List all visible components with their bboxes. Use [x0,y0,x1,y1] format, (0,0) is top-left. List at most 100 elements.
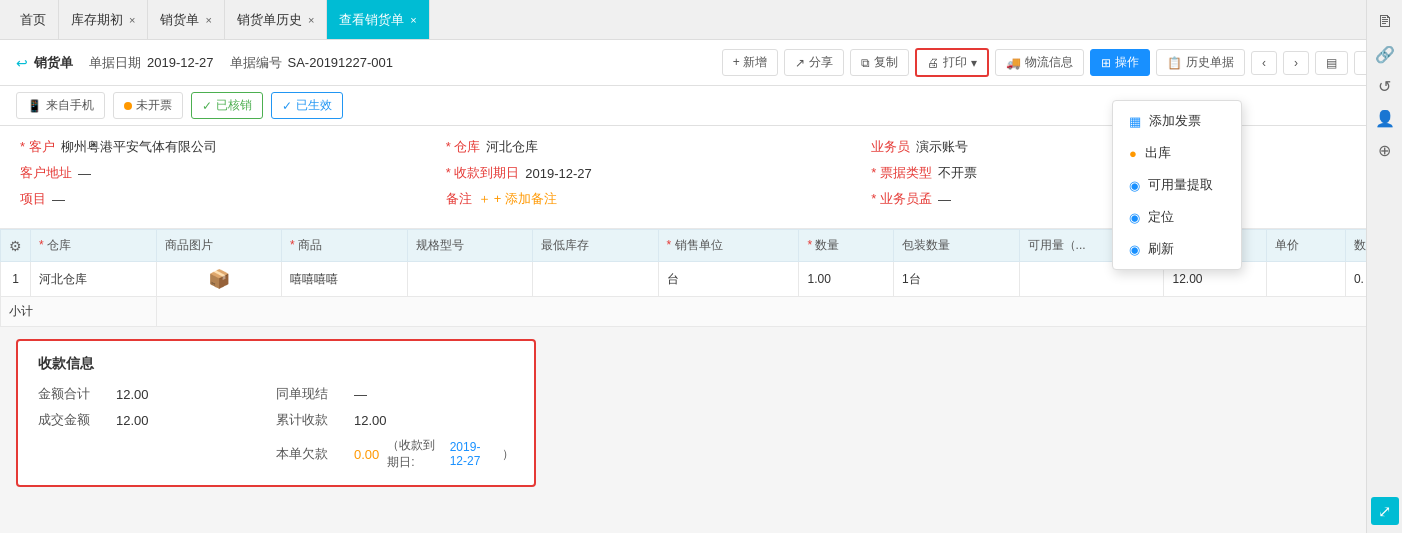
doc-type-icon: ↩ [16,55,28,71]
side-back-icon: ↺ [1378,77,1391,96]
row-unit: 台 [658,262,799,297]
doc-number-item: 单据编号 SA-20191227-001 [230,54,394,72]
side-doc-icon: 🖹 [1377,13,1393,31]
tab-sales-history[interactable]: 销货单历史 × [225,0,327,39]
done-effect-button[interactable]: ✓ 已生效 [271,92,343,119]
note-add-button[interactable]: ＋ + 添加备注 [478,190,557,208]
tab-inventory-init[interactable]: 库存期初 × [59,0,148,39]
logistics-button[interactable]: 🚚 物流信息 [995,49,1084,76]
side-user-button[interactable]: 👤 [1371,104,1399,132]
doc-type-label: 销货单 [34,54,73,72]
payment-total-value: 12.00 [116,387,149,402]
subtotal-label: 小计 [1,297,157,327]
side-panel: 🖹 🔗 ↺ 👤 ⊕ ⤢ [1366,0,1402,533]
side-link-icon: 🔗 [1375,45,1395,64]
project-value: — [52,192,65,207]
new-button[interactable]: + 新增 [722,49,778,76]
side-expand-icon: ⤢ [1378,502,1391,521]
tab-home[interactable]: 首页 [8,0,59,39]
row-num: 1 [1,262,31,297]
tab-inventory-close[interactable]: × [129,14,135,26]
print-button[interactable]: 🖨 打印 ▾ [917,50,987,75]
operation-dropdown: ▦ 添加发票 ● 出库 ◉ 可用量提取 ◉ 定位 ◉ 刷新 [1112,100,1242,270]
payment-same-settle-value: — [354,387,367,402]
dropdown-available[interactable]: ◉ 可用量提取 [1113,169,1241,201]
row-min-stock [533,262,659,297]
due-date-field: 收款到期日 2019-12-27 [446,164,872,182]
address-label: 客户地址 [20,164,72,182]
main-container: 首页 库存期初 × 销货单 × 销货单历史 × 查看销货单 × × ↩ 销货单 … [0,0,1402,533]
dropdown-add-invoice[interactable]: ▦ 添加发票 [1113,105,1241,137]
dropdown-locate[interactable]: ◉ 定位 [1113,201,1241,233]
tab-check-sales-label: 查看销货单 [339,11,404,29]
payment-total: 金额合计 12.00 [38,385,276,403]
toolbar: + 新增 ↗ 分享 ⧉ 复制 🖨 打印 ▾ 🚚 物流信息 ⊞ [722,48,1386,77]
warehouse-label: 仓库 [446,138,481,156]
col-price: 单价 [1266,230,1345,262]
side-doc-button[interactable]: 🖹 [1371,8,1399,36]
salesman-value: 演示账号 [916,138,968,156]
tab-sales-order-label: 销货单 [160,11,199,29]
history-button[interactable]: 📋 历史单据 [1156,49,1245,76]
customer-value: 柳州粤港平安气体有限公司 [61,138,217,156]
from-phone-button[interactable]: 📱 来自手机 [16,92,105,119]
not-open-button[interactable]: 未开票 [113,92,183,119]
ticket-label: 票据类型 [871,164,932,182]
tab-home-label: 首页 [20,11,46,29]
tab-sales-history-close[interactable]: × [308,14,314,26]
doc-title: ↩ 销货单 [16,54,73,72]
operation-icon: ⊞ [1101,56,1111,70]
row-product: 嘻嘻嘻嘻 [282,262,408,297]
prev-button[interactable]: ‹ [1251,51,1277,75]
side-add-button[interactable]: ⊕ [1371,136,1399,164]
warehouse-value: 河北仓库 [486,138,538,156]
side-link-button[interactable]: 🔗 [1371,40,1399,68]
grid-single-button[interactable]: ▤ [1315,51,1348,75]
col-product: * 商品 [282,230,408,262]
side-back-button[interactable]: ↺ [1371,72,1399,100]
tab-bar: 首页 库存期初 × 销货单 × 销货单历史 × 查看销货单 × × [0,0,1402,40]
dropdown-outbound[interactable]: ● 出库 [1113,137,1241,169]
gear-icon[interactable]: ⚙ [9,238,22,254]
payment-due-date: 2019-12-27 [450,440,494,468]
copy-button[interactable]: ⧉ 复制 [850,49,909,76]
salesman-label: 业务员 [871,138,910,156]
add-invoice-label: 添加发票 [1149,112,1201,130]
dropdown-refresh[interactable]: ◉ 刷新 [1113,233,1241,265]
payment-same-settle-label: 同单现结 [276,385,346,403]
print-icon: 🖨 [927,56,939,70]
doc-header: ↩ 销货单 单据日期 2019-12-27 单据编号 SA-20191227-0… [0,40,1402,86]
row-warehouse: 河北仓库 [31,262,157,297]
side-expand-button[interactable]: ⤢ [1371,497,1399,525]
col-min-stock: 最低库存 [533,230,659,262]
col-image: 商品图片 [156,230,282,262]
done-cancel-button[interactable]: ✓ 已核销 [191,92,263,119]
payment-cumulative-label: 累计收款 [276,411,346,429]
tab-sales-order[interactable]: 销货单 × [148,0,224,39]
next-button[interactable]: › [1283,51,1309,75]
payment-deal: 成交金额 12.00 [38,411,276,429]
done-effect-icon: ✓ [282,99,292,113]
subtotal-row: 小计 [1,297,1402,327]
row-qty: 1.00 [799,262,894,297]
operation-button[interactable]: ⊞ 操作 [1090,49,1150,76]
row-price [1266,262,1345,297]
tab-sales-order-close[interactable]: × [205,14,211,26]
due-date-value: 2019-12-27 [525,166,592,181]
tab-check-sales-close[interactable]: × [410,14,416,26]
doc-date-label: 单据日期 [89,54,141,72]
share-button[interactable]: ↗ 分享 [784,49,844,76]
tab-check-sales[interactable]: 查看销货单 × [327,0,429,39]
tab-inventory-label: 库存期初 [71,11,123,29]
subtotal-values [156,297,1402,327]
payment-deal-label: 成交金额 [38,411,108,429]
address-value: — [78,166,91,181]
business-value: — [938,192,951,207]
available-icon: ◉ [1129,178,1140,193]
col-spec: 规格型号 [407,230,533,262]
side-user-icon: 👤 [1375,109,1395,128]
col-warehouse: * 仓库 [31,230,157,262]
payment-cumulative-value: 12.00 [354,413,387,428]
payment-empty [38,437,276,471]
refresh-icon: ◉ [1129,242,1140,257]
